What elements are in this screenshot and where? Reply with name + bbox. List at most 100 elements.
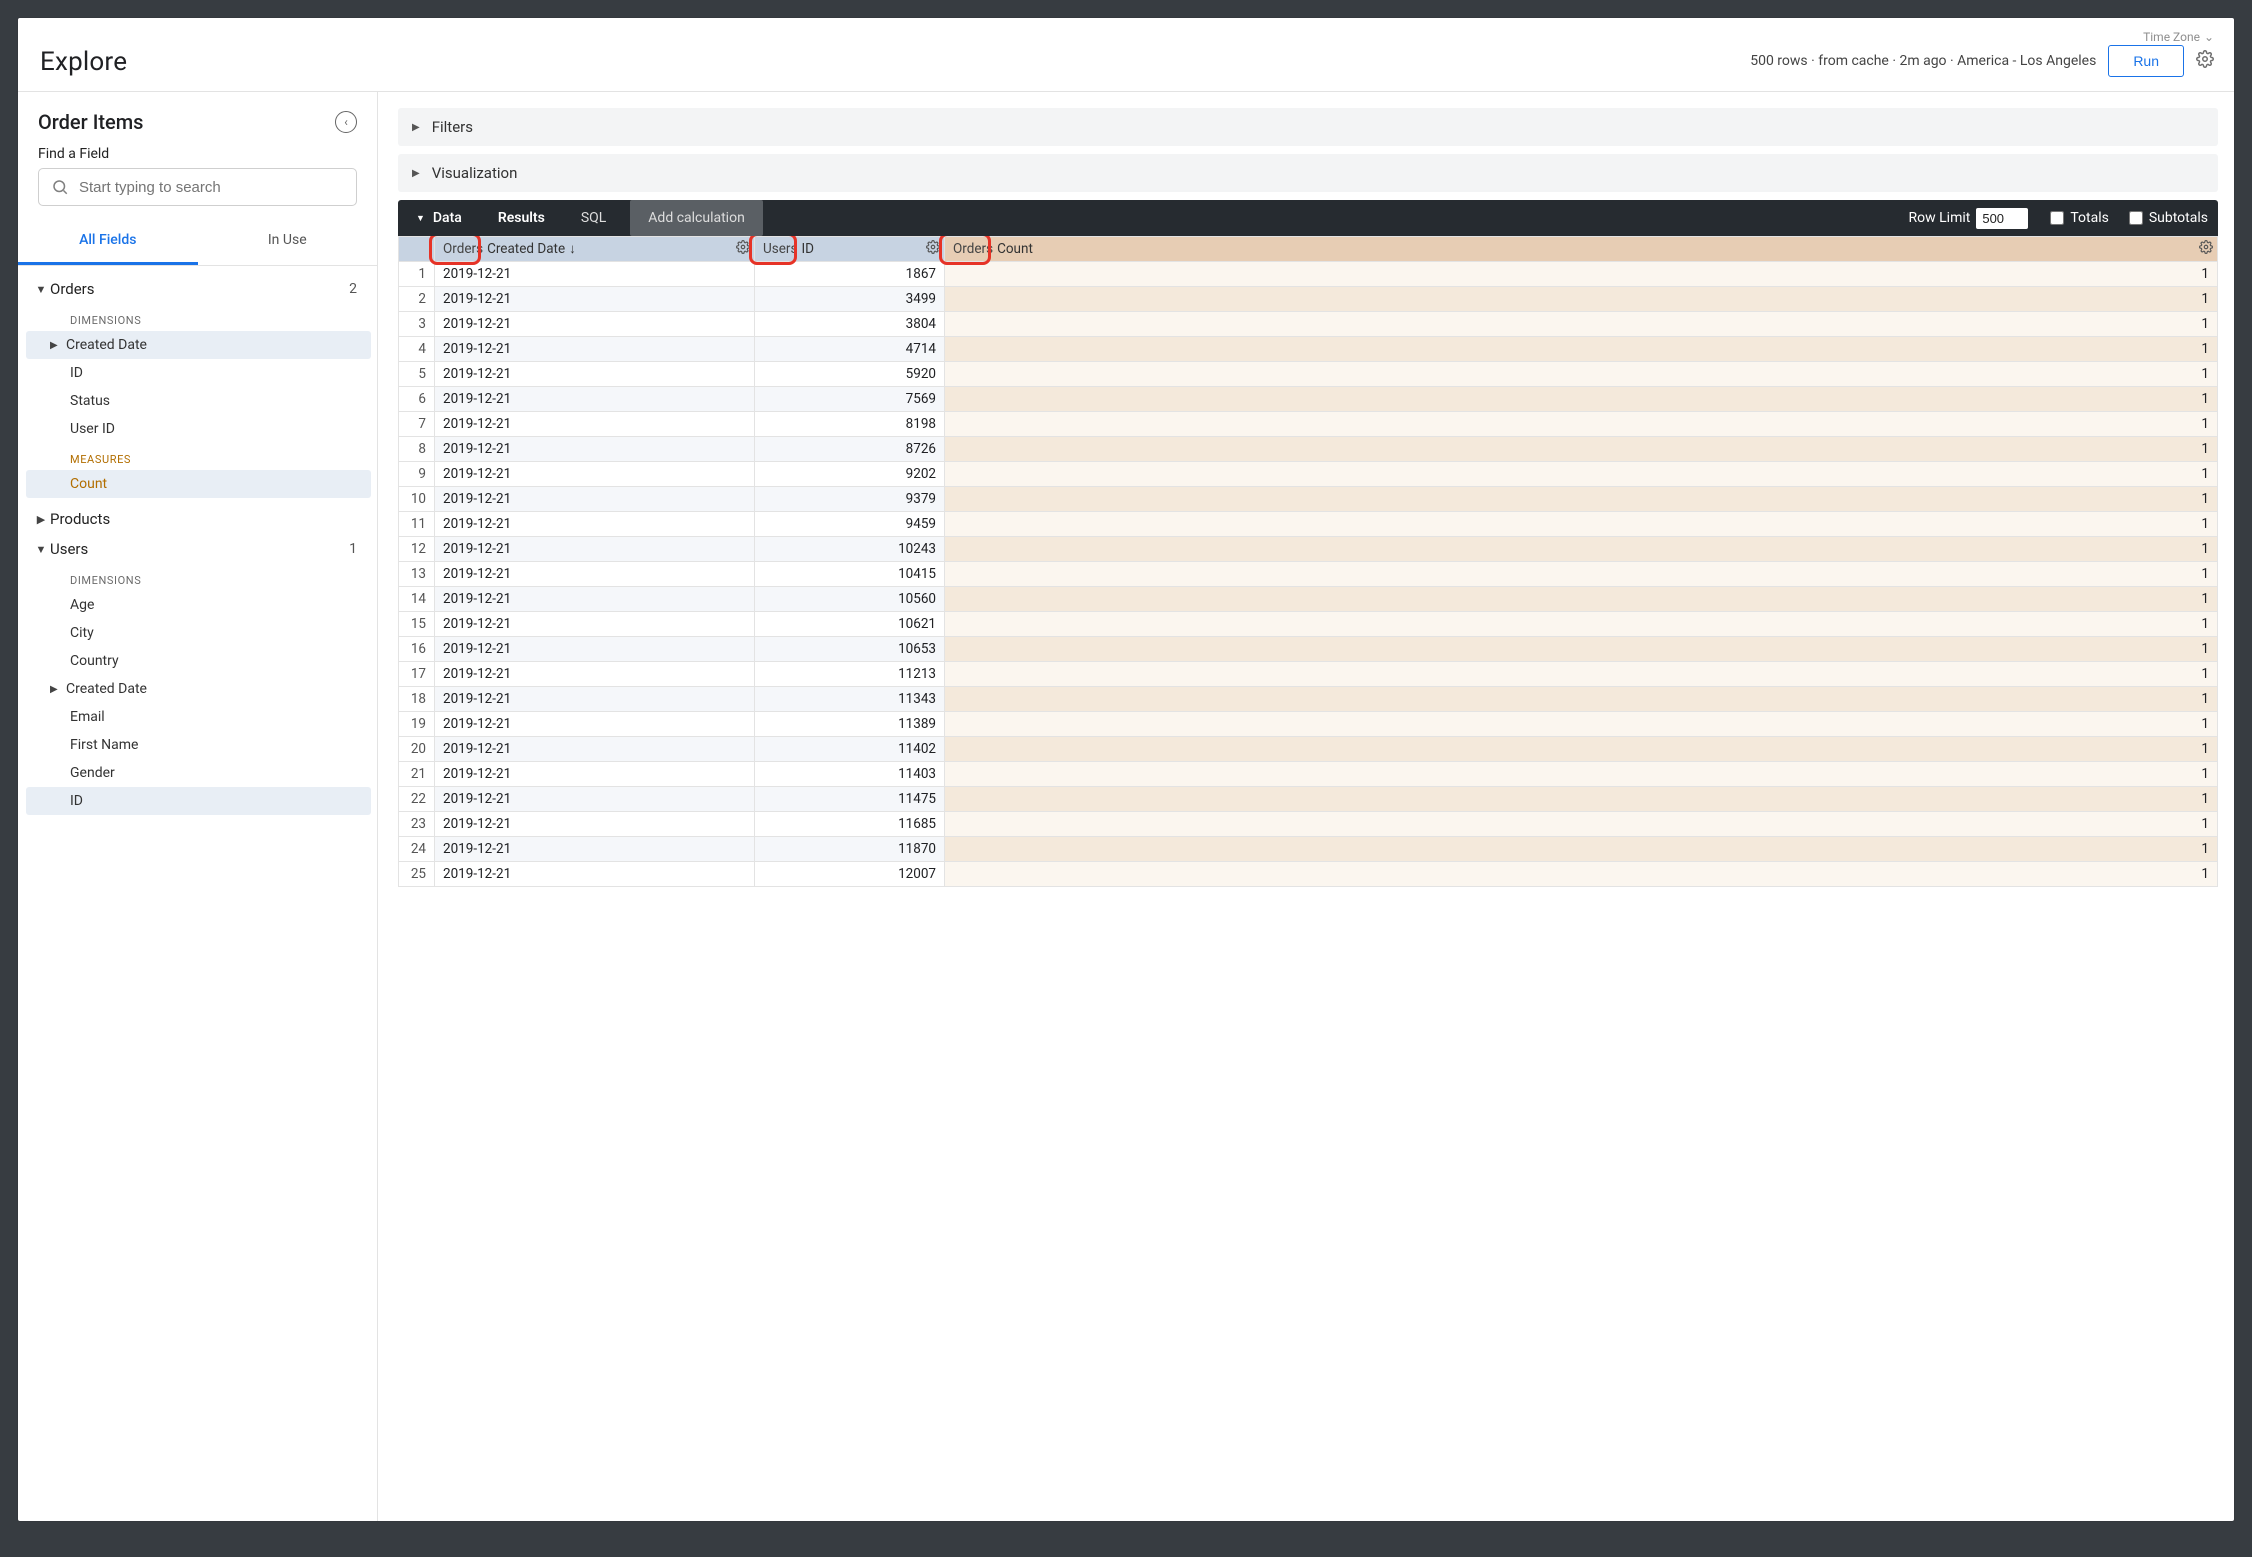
cell[interactable]: 12007 (755, 862, 945, 887)
tab-all-fields[interactable]: All Fields (18, 220, 198, 265)
cell[interactable]: 1 (945, 287, 2218, 312)
cell[interactable]: 11213 (755, 662, 945, 687)
cell[interactable]: 11403 (755, 762, 945, 787)
cell[interactable]: 11685 (755, 812, 945, 837)
gear-icon[interactable] (2196, 50, 2214, 72)
gear-icon[interactable] (736, 240, 750, 258)
cell[interactable]: 10415 (755, 562, 945, 587)
field-item[interactable]: First Name (26, 731, 371, 759)
gear-icon[interactable] (926, 240, 940, 258)
cell[interactable]: 1 (945, 712, 2218, 737)
field-search[interactable] (38, 168, 357, 206)
subtotals-checkbox[interactable]: Subtotals (2119, 210, 2218, 226)
field-item[interactable]: ▶Created Date (26, 331, 371, 359)
gear-icon[interactable] (2199, 240, 2213, 258)
cell[interactable]: 10560 (755, 587, 945, 612)
cell[interactable]: 1 (945, 662, 2218, 687)
visualization-panel[interactable]: ▶ Visualization (398, 154, 2218, 192)
cell[interactable]: 9202 (755, 462, 945, 487)
field-item[interactable]: User ID (26, 415, 371, 443)
cell[interactable]: 11402 (755, 737, 945, 762)
view-orders[interactable]: ▼Orders2 (26, 274, 371, 304)
collapse-sidebar-icon[interactable]: ‹ (335, 111, 357, 133)
tab-results[interactable]: Results (480, 200, 563, 236)
field-item[interactable]: ▶Created Date (26, 675, 371, 703)
column-header[interactable]: OrdersCount (945, 237, 2218, 262)
cell[interactable]: 2019-12-21 (435, 287, 755, 312)
cell[interactable]: 8726 (755, 437, 945, 462)
data-section-toggle[interactable]: ▼ Data (398, 200, 480, 236)
field-item[interactable]: Count (26, 470, 371, 498)
cell[interactable]: 2019-12-21 (435, 462, 755, 487)
field-item[interactable]: ID (26, 359, 371, 387)
cell[interactable]: 1 (945, 687, 2218, 712)
cell[interactable]: 1 (945, 837, 2218, 862)
cell[interactable]: 1 (945, 312, 2218, 337)
field-item[interactable]: Status (26, 387, 371, 415)
cell[interactable]: 2019-12-21 (435, 312, 755, 337)
add-calculation-button[interactable]: Add calculation (630, 200, 763, 236)
cell[interactable]: 2019-12-21 (435, 762, 755, 787)
cell[interactable]: 2019-12-21 (435, 512, 755, 537)
row-limit-input[interactable] (1976, 208, 2028, 229)
cell[interactable]: 9459 (755, 512, 945, 537)
view-users[interactable]: ▼Users1 (26, 534, 371, 564)
timezone-selector[interactable]: Time Zone ⌄ (2143, 30, 2214, 44)
cell[interactable]: 2019-12-21 (435, 362, 755, 387)
cell[interactable]: 1 (945, 437, 2218, 462)
cell[interactable]: 2019-12-21 (435, 662, 755, 687)
cell[interactable]: 11870 (755, 837, 945, 862)
cell[interactable]: 3499 (755, 287, 945, 312)
cell[interactable]: 1 (945, 537, 2218, 562)
column-header[interactable]: UsersID (755, 237, 945, 262)
cell[interactable]: 11343 (755, 687, 945, 712)
field-item[interactable]: Country (26, 647, 371, 675)
cell[interactable]: 1 (945, 387, 2218, 412)
cell[interactable]: 9379 (755, 487, 945, 512)
search-input[interactable] (79, 179, 344, 196)
cell[interactable]: 2019-12-21 (435, 537, 755, 562)
cell[interactable]: 1 (945, 787, 2218, 812)
tab-sql[interactable]: SQL (563, 200, 624, 236)
cell[interactable]: 2019-12-21 (435, 587, 755, 612)
cell[interactable]: 2019-12-21 (435, 687, 755, 712)
cell[interactable]: 2019-12-21 (435, 637, 755, 662)
cell[interactable]: 10243 (755, 537, 945, 562)
cell[interactable]: 1 (945, 762, 2218, 787)
cell[interactable]: 2019-12-21 (435, 437, 755, 462)
cell[interactable]: 7569 (755, 387, 945, 412)
cell[interactable]: 2019-12-21 (435, 737, 755, 762)
cell[interactable]: 1 (945, 812, 2218, 837)
cell[interactable]: 2019-12-21 (435, 712, 755, 737)
cell[interactable]: 1 (945, 562, 2218, 587)
cell[interactable]: 2019-12-21 (435, 862, 755, 887)
cell[interactable]: 2019-12-21 (435, 812, 755, 837)
cell[interactable]: 1 (945, 362, 2218, 387)
cell[interactable]: 4714 (755, 337, 945, 362)
field-item[interactable]: City (26, 619, 371, 647)
cell[interactable]: 1 (945, 612, 2218, 637)
cell[interactable]: 2019-12-21 (435, 337, 755, 362)
field-item[interactable]: ID (26, 787, 371, 815)
cell[interactable]: 11475 (755, 787, 945, 812)
cell[interactable]: 11389 (755, 712, 945, 737)
totals-checkbox[interactable]: Totals (2040, 210, 2119, 226)
field-item[interactable]: Email (26, 703, 371, 731)
cell[interactable]: 1 (945, 512, 2218, 537)
cell[interactable]: 10653 (755, 637, 945, 662)
cell[interactable]: 1 (945, 462, 2218, 487)
cell[interactable]: 2019-12-21 (435, 787, 755, 812)
cell[interactable]: 1 (945, 862, 2218, 887)
cell[interactable]: 1867 (755, 262, 945, 287)
filters-panel[interactable]: ▶ Filters (398, 108, 2218, 146)
cell[interactable]: 1 (945, 412, 2218, 437)
cell[interactable]: 2019-12-21 (435, 387, 755, 412)
cell[interactable]: 3804 (755, 312, 945, 337)
tab-in-use[interactable]: In Use (198, 220, 378, 265)
cell[interactable]: 2019-12-21 (435, 412, 755, 437)
cell[interactable]: 2019-12-21 (435, 487, 755, 512)
cell[interactable]: 1 (945, 587, 2218, 612)
cell[interactable]: 1 (945, 637, 2218, 662)
cell[interactable]: 2019-12-21 (435, 837, 755, 862)
field-item[interactable]: Age (26, 591, 371, 619)
